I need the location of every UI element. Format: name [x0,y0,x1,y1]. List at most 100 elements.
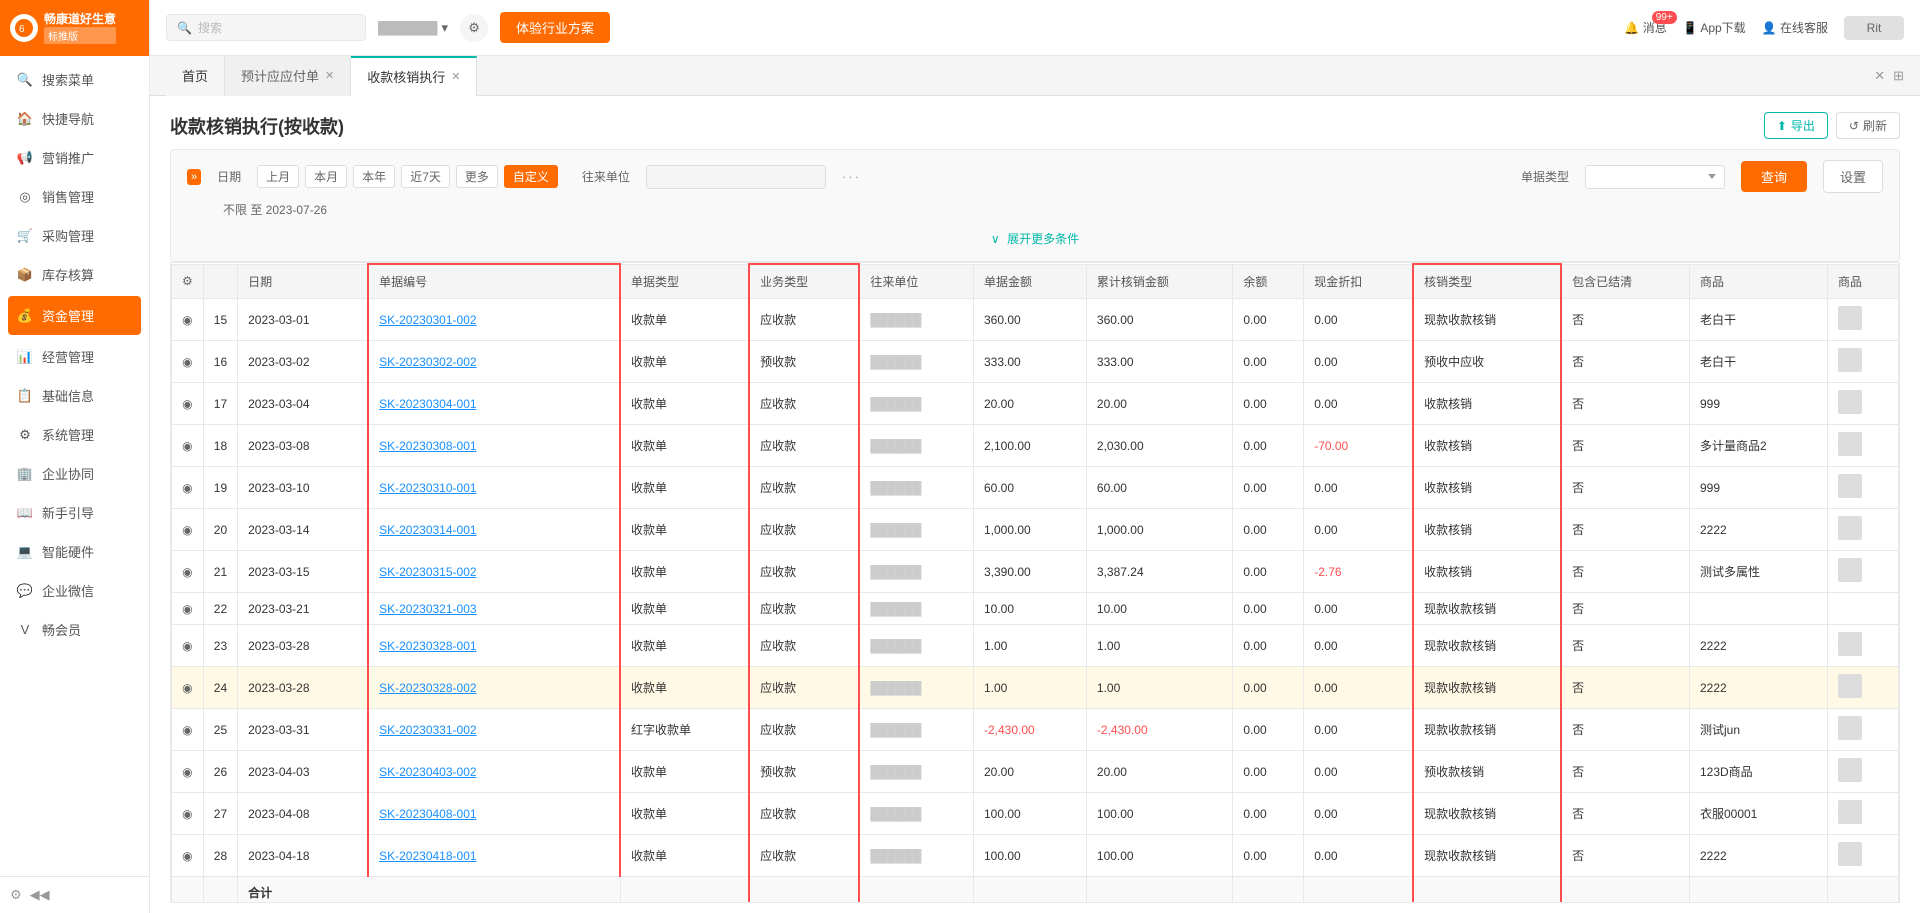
last-7-days-btn[interactable]: 近7天 [401,165,450,188]
custom-date-btn[interactable]: 自定义 [504,165,558,188]
topbar-gear-btn[interactable]: ⚙ [460,14,488,42]
sidebar-item-corp[interactable]: 🏢 企业协同 [0,454,149,493]
counterpart-input[interactable] [646,165,826,189]
sidebar-item-marketing[interactable]: 📢 营销推广 [0,138,149,177]
col-header-biz-type[interactable]: 业务类型 [749,264,859,299]
tab-home[interactable]: 首页 [166,56,225,96]
order-no-link[interactable]: SK-20230408-001 [379,807,476,821]
cell-settings[interactable]: ◉ [172,425,204,467]
tab-close-all-icon[interactable]: ✕ [1874,68,1885,84]
query-btn[interactable]: 查询 [1741,161,1807,192]
col-header-cancel-type[interactable]: 核销类型 [1413,264,1561,299]
order-no-link[interactable]: SK-20230314-001 [379,523,476,537]
sidebar-item-search[interactable]: 🔍 搜索菜单 [0,60,149,99]
online-support-link[interactable]: 👤 在线客服 [1762,19,1828,36]
col-header-goods[interactable]: 商品 [1689,264,1827,299]
data-table-container: ⚙ 日期 单据编号 单据类型 业务类型 往来单位 单据金额 累计核销金额 余额 … [170,262,1900,903]
filter-dots: ··· [842,169,861,184]
sidebar-item-purchase[interactable]: 🛒 采购管理 [0,216,149,255]
sidebar-item-inventory[interactable]: 📦 库存核算 [0,255,149,294]
expand-bar[interactable]: ∨ 展开更多条件 [187,226,1883,251]
order-no-link[interactable]: SK-20230302-002 [379,355,476,369]
sidebar-item-hardware[interactable]: 💻 智能硬件 [0,532,149,571]
col-header-cash-discount[interactable]: 现金折扣 [1304,264,1413,299]
cell-voucher-type: 收款单 [620,667,749,709]
more-date-btn[interactable]: 更多 [456,165,498,188]
export-btn[interactable]: ⬆ 导出 [1764,112,1828,139]
cell-settings[interactable]: ◉ [172,341,204,383]
cell-settings[interactable]: ◉ [172,751,204,793]
tab-collection[interactable]: 收款核销执行 ✕ [351,56,477,96]
col-header-settings[interactable]: ⚙ [172,264,204,299]
order-no-link[interactable]: SK-20230331-002 [379,723,476,737]
col-header-balance[interactable]: 余额 [1233,264,1304,299]
table-row: ◉ 22 2023-03-21 SK-20230321-003 收款单 应收款 … [172,593,1899,625]
cell-settings[interactable]: ◉ [172,467,204,509]
cell-order-no: SK-20230301-002 [368,299,620,341]
col-header-amount[interactable]: 单据金额 [974,264,1087,299]
refresh-btn[interactable]: ↺ 刷新 [1836,112,1900,139]
counterpart-label: 往来单位 [582,168,630,185]
notification-bell[interactable]: 🔔 消息 99+ [1624,19,1666,36]
tab-expand-icon[interactable]: ⊞ [1893,68,1904,84]
cell-amount: 20.00 [974,751,1087,793]
cell-settings[interactable]: ◉ [172,625,204,667]
tab-payable-close[interactable]: ✕ [325,69,334,82]
corp-icon: 🏢 [16,466,34,482]
sidebar-item-basic[interactable]: 📋 基础信息 [0,376,149,415]
order-no-link[interactable]: SK-20230328-002 [379,681,476,695]
cell-settings[interactable]: ◉ [172,593,204,625]
this-year-btn[interactable]: 本年 [353,165,395,188]
cell-settings[interactable]: ◉ [172,709,204,751]
footer-empty-2 [203,877,237,904]
sidebar-item-system[interactable]: ⚙ 系统管理 [0,415,149,454]
operation-icon: 📊 [16,349,34,365]
order-no-link[interactable]: SK-20230418-001 [379,849,476,863]
cell-settings[interactable]: ◉ [172,299,204,341]
cell-settings[interactable]: ◉ [172,667,204,709]
cell-settings[interactable]: ◉ [172,551,204,593]
order-no-link[interactable]: SK-20230328-001 [379,639,476,653]
order-no-link[interactable]: SK-20230321-003 [379,602,476,616]
order-no-link[interactable]: SK-20230315-002 [379,565,476,579]
order-no-link[interactable]: SK-20230304-001 [379,397,476,411]
cell-settings[interactable]: ◉ [172,509,204,551]
cell-settings[interactable]: ◉ [172,835,204,877]
order-no-link[interactable]: SK-20230310-001 [379,481,476,495]
voucher-type-select[interactable] [1585,165,1725,189]
cell-counterpart: ██████ [859,793,973,835]
col-header-goods2[interactable]: 商品 [1828,264,1899,299]
cell-cash-discount: 0.00 [1304,751,1413,793]
filter-collapse-btn[interactable]: » [187,169,201,185]
sidebar-item-member[interactable]: V 畅会员 [0,610,149,649]
sidebar-item-finance[interactable]: 💰 资金管理 [8,296,141,335]
order-no-link[interactable]: SK-20230308-001 [379,439,476,453]
col-header-order-no[interactable]: 单据编号 [368,264,620,299]
sidebar-settings-btn[interactable]: ⚙ [10,887,22,903]
col-header-counterpart[interactable]: 往来单位 [859,264,973,299]
tab-payable[interactable]: 预计应应付单 ✕ [225,56,351,96]
sidebar-item-wechat[interactable]: 💬 企业微信 [0,571,149,610]
settings-btn[interactable]: 设置 [1823,160,1883,193]
sidebar-item-operation[interactable]: 📊 经营管理 [0,337,149,376]
this-month-btn[interactable]: 本月 [305,165,347,188]
last-month-btn[interactable]: 上月 [257,165,299,188]
col-header-include-settled[interactable]: 包含已结清 [1561,264,1689,299]
sidebar-item-guide[interactable]: 📖 新手引导 [0,493,149,532]
col-header-voucher-type[interactable]: 单据类型 [620,264,749,299]
col-header-date[interactable]: 日期 [238,264,369,299]
user-avatar[interactable]: Rit [1844,16,1904,40]
sidebar-item-sales[interactable]: ◎ 销售管理 [0,177,149,216]
order-no-link[interactable]: SK-20230301-002 [379,313,476,327]
topbar-dropdown[interactable]: ███████ ▾ [378,20,448,36]
sidebar-collapse-btn[interactable]: ◀◀ [30,887,50,903]
cell-settings[interactable]: ◉ [172,383,204,425]
industry-btn[interactable]: 体验行业方案 [500,12,610,43]
cell-settings[interactable]: ◉ [172,793,204,835]
col-header-cancel-amount[interactable]: 累计核销金额 [1086,264,1232,299]
sidebar-item-shortcut[interactable]: 🏠 快捷导航 [0,99,149,138]
topbar-search[interactable]: 🔍 搜索 [166,14,366,41]
order-no-link[interactable]: SK-20230403-002 [379,765,476,779]
tab-collection-close[interactable]: ✕ [451,70,460,83]
app-download-link[interactable]: 📱 App下载 [1683,19,1746,36]
